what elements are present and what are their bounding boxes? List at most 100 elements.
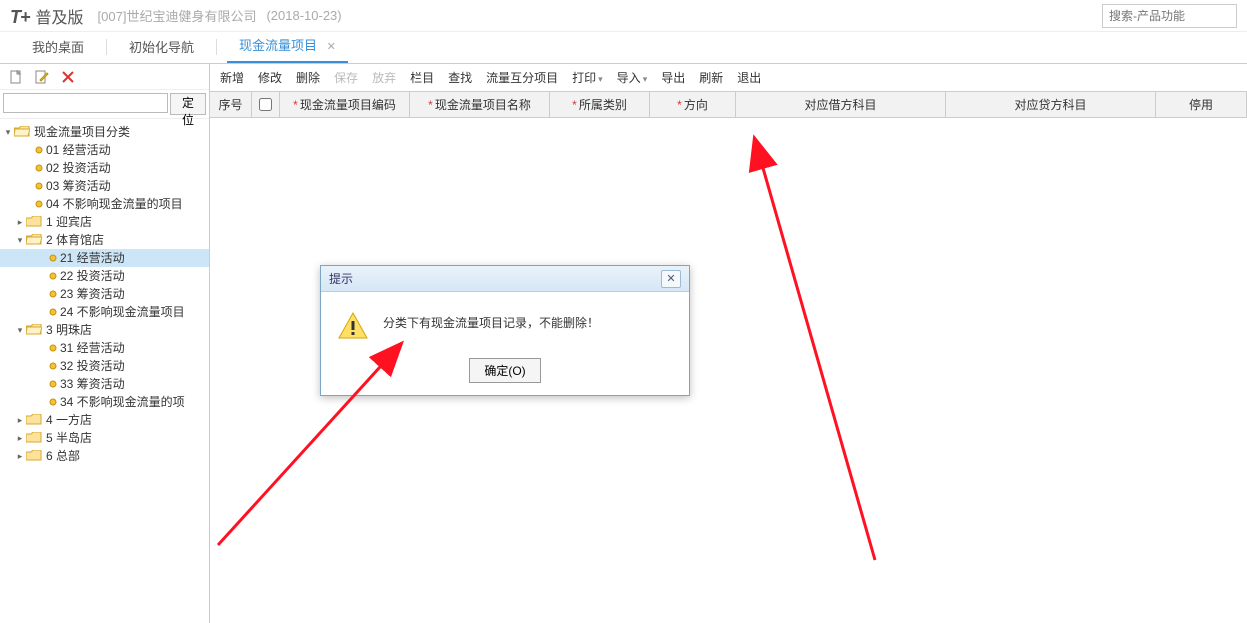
bullet-icon: [48, 343, 58, 353]
logo-prefix: T+: [10, 7, 30, 28]
folder-icon: [26, 413, 42, 427]
bullet-icon: [48, 271, 58, 281]
select-all-checkbox[interactable]: [259, 98, 272, 111]
tb-edit[interactable]: 修改: [258, 69, 282, 86]
tab-init-nav[interactable]: 初始化导航: [117, 30, 206, 63]
tb-refresh[interactable]: 刷新: [699, 69, 723, 86]
dialog-titlebar[interactable]: 提示 ✕: [321, 266, 689, 292]
tab-desktop-label: 我的桌面: [32, 40, 84, 55]
tab-close-icon[interactable]: ✕: [327, 41, 336, 53]
chevron-down-icon: ▾: [598, 74, 603, 84]
sidebar: 定位 ▾ 现金流量项目分类 01 经营活动 02 投资活动 03 筹资活动 04…: [0, 64, 210, 623]
tb-exit[interactable]: 退出: [737, 69, 761, 86]
folder-icon: [26, 449, 42, 463]
tree-node-32[interactable]: 32 投资活动: [0, 357, 209, 375]
tree-node-02[interactable]: 02 投资活动: [0, 159, 209, 177]
bullet-icon: [48, 289, 58, 299]
tree-node-31[interactable]: 31 经营活动: [0, 339, 209, 357]
th-code-label: 现金流量项目编码: [300, 96, 396, 113]
expander-icon[interactable]: ▾: [14, 321, 26, 339]
warning-icon: [337, 310, 369, 342]
tree-node-34[interactable]: 34 不影响现金流量的项: [0, 393, 209, 411]
tb-print[interactable]: 打印▾: [572, 69, 603, 86]
th-name[interactable]: *现金流量项目名称: [410, 92, 550, 117]
node-label: 32 投资活动: [60, 357, 125, 375]
tree-node-g6[interactable]: ▸6 总部: [0, 447, 209, 465]
tree-node-21[interactable]: 21 经营活动: [0, 249, 209, 267]
node-label: 04 不影响现金流量的项目: [46, 195, 183, 213]
tree-node-g4[interactable]: ▸ 4 一方店: [0, 411, 209, 429]
tree-node-g3[interactable]: ▾ 3 明珠店: [0, 321, 209, 339]
expander-icon[interactable]: ▾: [14, 231, 26, 249]
bullet-icon: [48, 361, 58, 371]
th-code[interactable]: *现金流量项目编码: [280, 92, 410, 117]
table-header: 序号 *现金流量项目编码 *现金流量项目名称 *所属类别 *方向 对应借方科目 …: [210, 92, 1247, 118]
search-input[interactable]: [1102, 4, 1237, 28]
th-checkbox[interactable]: [252, 92, 280, 117]
tb-export[interactable]: 导出: [661, 69, 685, 86]
node-label: 23 筹资活动: [60, 285, 125, 303]
tree-node-03[interactable]: 03 筹资活动: [0, 177, 209, 195]
app-header: T+ 普及版 [007]世纪宝迪健身有限公司 (2018-10-23): [0, 0, 1247, 32]
tree-node-01[interactable]: 01 经营活动: [0, 141, 209, 159]
th-debit[interactable]: 对应借方科目: [736, 92, 946, 117]
tree-node-g5[interactable]: ▸ 5 半岛店: [0, 429, 209, 447]
node-label: 现金流量项目分类: [34, 123, 130, 141]
bullet-icon: [34, 199, 44, 209]
tb-col[interactable]: 栏目: [410, 69, 434, 86]
folder-open-icon: [26, 323, 42, 337]
bullet-icon: [48, 397, 58, 407]
tb-import-label: 导入: [617, 71, 641, 85]
expander-icon[interactable]: ▸: [14, 213, 26, 231]
tb-add[interactable]: 新增: [220, 69, 244, 86]
th-disable[interactable]: 停用: [1156, 92, 1247, 117]
th-category[interactable]: *所属类别: [550, 92, 650, 117]
tb-del[interactable]: 删除: [296, 69, 320, 86]
tb-mutual[interactable]: 流量互分项目: [486, 69, 558, 86]
tree-root[interactable]: ▾ 现金流量项目分类: [0, 123, 209, 141]
node-label: 2 体育馆店: [46, 231, 104, 249]
tb-import[interactable]: 导入▾: [617, 69, 648, 86]
bullet-icon: [48, 379, 58, 389]
node-label: 03 筹资活动: [46, 177, 111, 195]
expander-icon[interactable]: ▸: [14, 429, 26, 447]
bullet-icon: [34, 145, 44, 155]
th-credit[interactable]: 对应贷方科目: [946, 92, 1156, 117]
locate-button[interactable]: 定位: [170, 93, 206, 115]
node-label: 34 不影响现金流量的项: [60, 393, 185, 411]
dialog-ok-button[interactable]: 确定(O): [469, 358, 540, 383]
tree-node-24[interactable]: 24 不影响现金流量项目: [0, 303, 209, 321]
tree-node-g2[interactable]: ▾ 2 体育馆店: [0, 231, 209, 249]
tb-find[interactable]: 查找: [448, 69, 472, 86]
th-seq[interactable]: 序号: [210, 92, 252, 117]
content-toolbar: 新增 修改 删除 保存 放弃 栏目 查找 流量互分项目 打印▾ 导入▾ 导出 刷…: [210, 64, 1247, 92]
new-doc-icon[interactable]: [8, 69, 24, 85]
tabs-row: 我的桌面 初始化导航 现金流量项目 ✕: [0, 32, 1247, 64]
node-label: 3 明珠店: [46, 321, 92, 339]
folder-open-icon: [14, 125, 30, 139]
bullet-icon: [48, 307, 58, 317]
folder-icon: [26, 215, 42, 229]
expander-icon[interactable]: ▸: [14, 411, 26, 429]
tree-search-input[interactable]: [3, 93, 168, 113]
dialog-title-text: 提示: [329, 270, 353, 287]
node-label: 1 迎宾店: [46, 213, 92, 231]
tree-node-33[interactable]: 33 筹资活动: [0, 375, 209, 393]
dialog-close-button[interactable]: ✕: [661, 270, 681, 288]
edit-doc-icon[interactable]: [34, 69, 50, 85]
expander-icon[interactable]: ▸: [14, 447, 26, 465]
th-direction[interactable]: *方向: [650, 92, 736, 117]
expander-icon[interactable]: ▾: [2, 123, 14, 141]
node-label: 5 半岛店: [46, 429, 92, 447]
tab-desktop[interactable]: 我的桌面: [20, 30, 96, 63]
tree-node-22[interactable]: 22 投资活动: [0, 267, 209, 285]
th-direction-label: 方向: [684, 96, 708, 113]
delete-icon[interactable]: [60, 69, 76, 85]
dialog-body: 分类下有现金流量项目记录，不能删除！: [321, 292, 689, 352]
node-label: 4 一方店: [46, 411, 92, 429]
tree-node-g1[interactable]: ▸ 1 迎宾店: [0, 213, 209, 231]
tree-node-04[interactable]: 04 不影响现金流量的项目: [0, 195, 209, 213]
tab-cash[interactable]: 现金流量项目 ✕: [227, 28, 348, 63]
tree-node-23[interactable]: 23 筹资活动: [0, 285, 209, 303]
node-label: 22 投资活动: [60, 267, 125, 285]
